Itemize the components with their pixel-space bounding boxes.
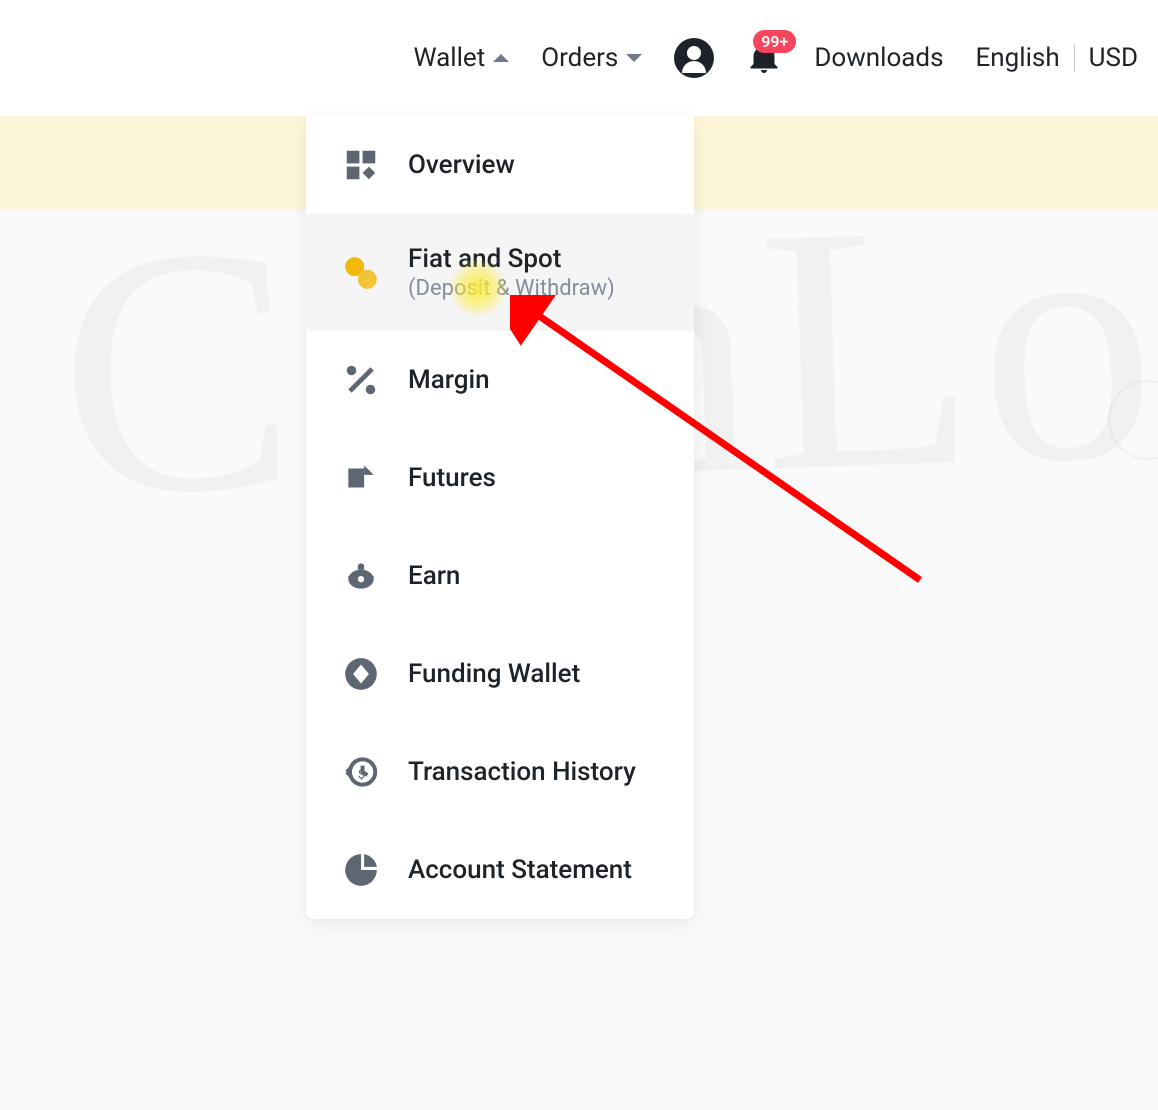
menu-label: Account Statement: [408, 855, 632, 885]
menu-item-fiat-spot[interactable]: Fiat and Spot (Deposit & Withdraw): [306, 214, 694, 331]
wallet-dropdown-menu: Overview Fiat and Spot (Deposit & Withdr…: [306, 116, 694, 919]
menu-label: Futures: [408, 463, 496, 493]
menu-sublabel: (Deposit & Withdraw): [408, 276, 615, 301]
caret-up-icon: [493, 54, 509, 62]
svg-text:$: $: [358, 767, 365, 782]
statement-icon: [342, 851, 380, 889]
menu-label: Fiat and Spot: [408, 244, 615, 274]
menu-item-history[interactable]: $ Transaction History: [306, 723, 694, 821]
funding-icon: [342, 655, 380, 693]
notification-badge: 99+: [753, 30, 796, 53]
menu-item-earn[interactable]: Earn: [306, 527, 694, 625]
overview-icon: [342, 146, 380, 184]
language-currency-selector[interactable]: English USD: [976, 43, 1138, 73]
orders-nav-item[interactable]: Orders: [541, 43, 642, 73]
decorative-curve: [1108, 380, 1158, 460]
history-icon: $: [342, 753, 380, 791]
menu-label: Margin: [408, 365, 490, 395]
earn-icon: [342, 557, 380, 595]
menu-item-funding[interactable]: Funding Wallet: [306, 625, 694, 723]
caret-down-icon: [626, 54, 642, 62]
menu-item-overview[interactable]: Overview: [306, 116, 694, 214]
wallet-nav-item[interactable]: Wallet: [413, 43, 509, 73]
futures-icon: [342, 459, 380, 497]
user-icon[interactable]: [674, 38, 714, 78]
menu-label: Overview: [408, 150, 515, 180]
menu-item-statement[interactable]: Account Statement: [306, 821, 694, 919]
orders-label: Orders: [541, 43, 618, 73]
menu-item-margin[interactable]: Margin: [306, 331, 694, 429]
menu-label: Funding Wallet: [408, 659, 580, 689]
menu-label: Transaction History: [408, 757, 636, 787]
language-label: English: [976, 43, 1060, 73]
wallet-label: Wallet: [413, 43, 485, 73]
notifications-button[interactable]: 99+: [746, 40, 782, 76]
top-nav: Wallet Orders 99+ Downloads English USD: [0, 0, 1158, 116]
margin-icon: [342, 361, 380, 399]
divider: [1074, 45, 1075, 71]
downloads-link[interactable]: Downloads: [814, 43, 943, 73]
currency-label: USD: [1089, 43, 1138, 73]
menu-label: Earn: [408, 561, 460, 591]
menu-item-futures[interactable]: Futures: [306, 429, 694, 527]
fiat-spot-icon: [342, 254, 380, 292]
